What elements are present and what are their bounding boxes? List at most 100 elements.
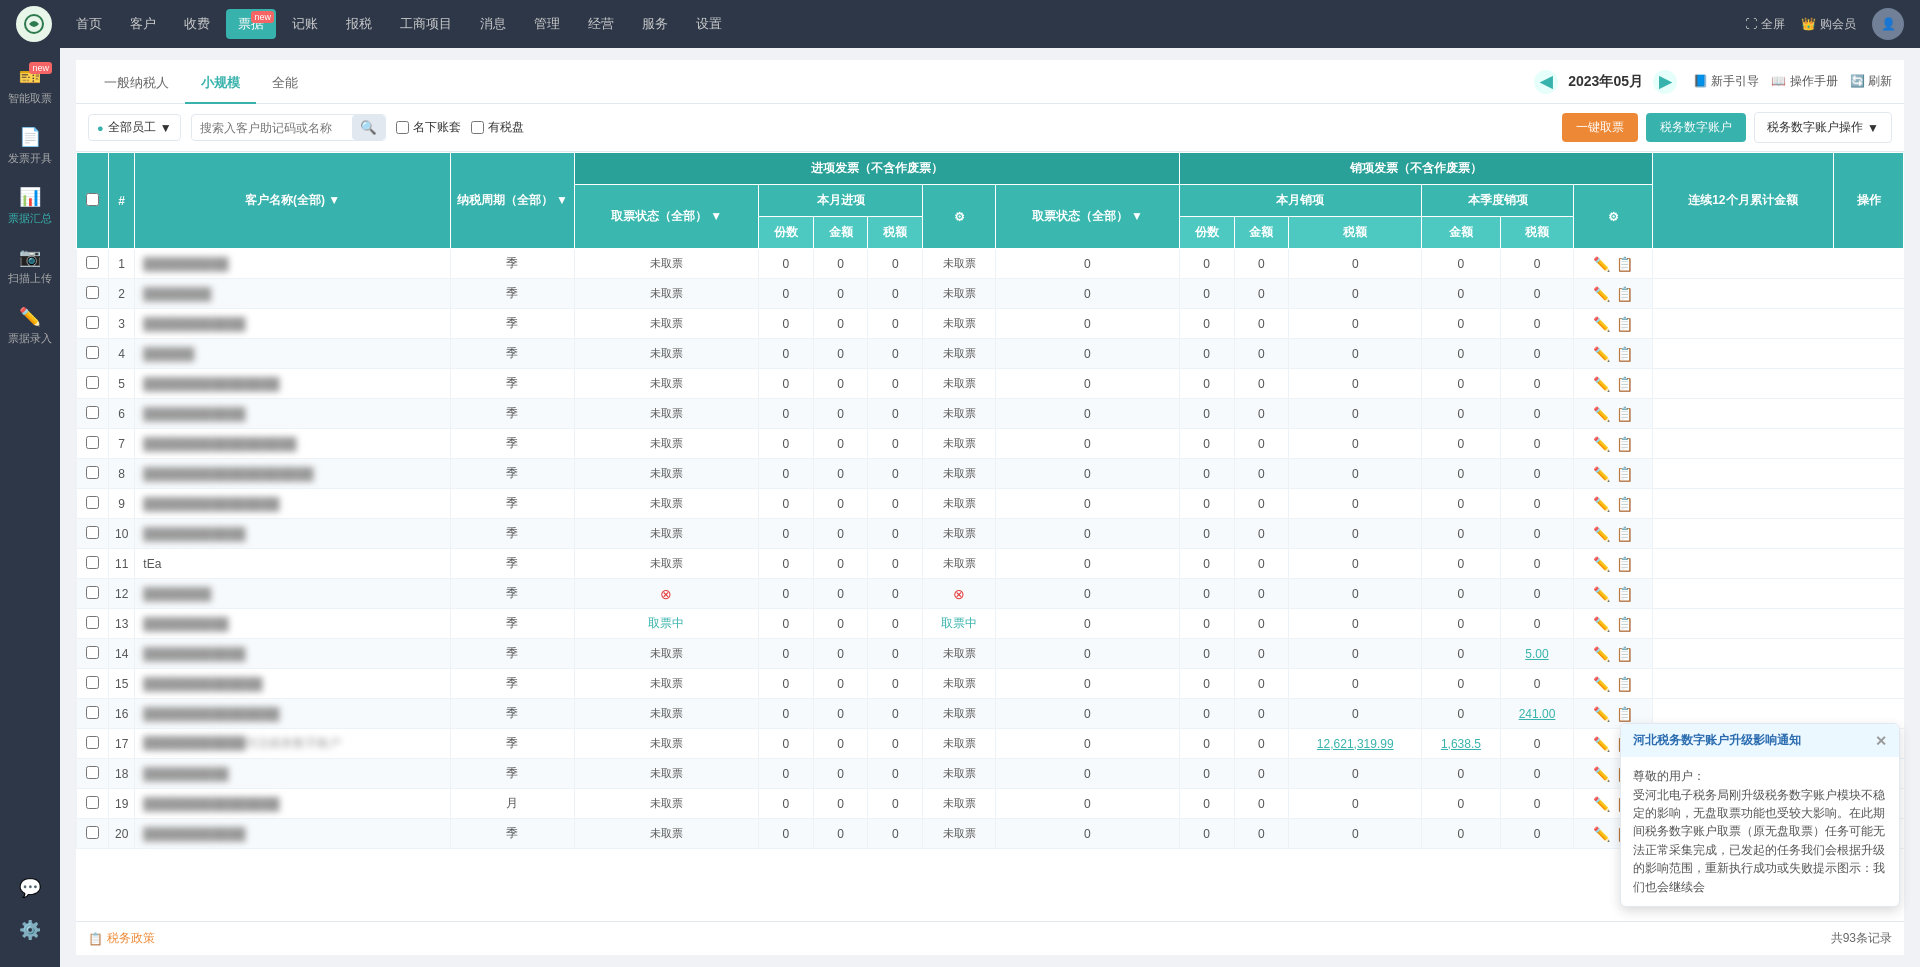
edit-icon[interactable]: ✏️ xyxy=(1593,316,1610,332)
row-checkbox[interactable] xyxy=(86,706,99,719)
notification-close-btn[interactable]: ✕ xyxy=(1875,733,1887,749)
quick-action-刷新[interactable]: 🔄 刷新 xyxy=(1850,73,1892,90)
nav-item-客户[interactable]: 客户 xyxy=(118,9,168,39)
col-out-status[interactable]: 取票状态（全部） ▼ xyxy=(995,185,1179,249)
row-checkbox[interactable] xyxy=(86,466,99,479)
copy-icon[interactable]: 📋 xyxy=(1616,496,1633,512)
edit-icon[interactable]: ✏️ xyxy=(1593,616,1610,632)
row-checkbox[interactable] xyxy=(86,496,99,509)
row-checkbox[interactable] xyxy=(86,676,99,689)
col-in-status[interactable]: 取票状态（全部） ▼ xyxy=(575,185,759,249)
nav-item-消息[interactable]: 消息 xyxy=(468,9,518,39)
nav-item-首页[interactable]: 首页 xyxy=(64,9,114,39)
nav-item-设置[interactable]: 设置 xyxy=(684,9,734,39)
copy-icon[interactable]: 📋 xyxy=(1616,286,1633,302)
sidebar-item-扫描上传[interactable]: 📷扫描上传 xyxy=(0,236,60,296)
copy-icon[interactable]: 📋 xyxy=(1616,616,1633,632)
edit-icon[interactable]: ✏️ xyxy=(1593,496,1610,512)
row-checkbox[interactable] xyxy=(86,646,99,659)
copy-icon[interactable]: 📋 xyxy=(1616,316,1633,332)
sidebar-bottom-item[interactable]: 💬 xyxy=(15,867,45,909)
employee-select[interactable]: ● 全部员工 ▼ xyxy=(88,114,181,141)
copy-icon[interactable]: 📋 xyxy=(1616,466,1633,482)
edit-icon[interactable]: ✏️ xyxy=(1593,436,1610,452)
nav-item-票据[interactable]: 票据new xyxy=(226,9,276,39)
edit-icon[interactable]: ✏️ xyxy=(1593,556,1610,572)
row-checkbox[interactable] xyxy=(86,316,99,329)
row-checkbox[interactable] xyxy=(86,586,99,599)
nav-item-工商项目[interactable]: 工商项目 xyxy=(388,9,464,39)
copy-icon[interactable]: 📋 xyxy=(1616,706,1633,722)
checkbox-tax-disk[interactable]: 有税盘 xyxy=(471,119,524,136)
edit-icon[interactable]: ✏️ xyxy=(1593,256,1610,272)
select-all-checkbox[interactable] xyxy=(86,193,99,206)
tab-全能[interactable]: 全能 xyxy=(256,64,314,104)
quick-action-新手引导[interactable]: 📘 新手引导 xyxy=(1693,73,1759,90)
copy-icon[interactable]: 📋 xyxy=(1616,676,1633,692)
row-checkbox[interactable] xyxy=(86,286,99,299)
copy-icon[interactable]: 📋 xyxy=(1616,256,1633,272)
sidebar-item-发票开具[interactable]: 📄发票开具 xyxy=(0,116,60,176)
edit-icon[interactable]: ✏️ xyxy=(1593,466,1610,482)
sidebar-item-票据录入[interactable]: ✏️票据录入 xyxy=(0,296,60,356)
nav-item-管理[interactable]: 管理 xyxy=(522,9,572,39)
row-checkbox[interactable] xyxy=(86,766,99,779)
search-input[interactable] xyxy=(192,117,352,139)
edit-icon[interactable]: ✏️ xyxy=(1593,586,1610,602)
edit-icon[interactable]: ✏️ xyxy=(1593,796,1610,812)
one-click-fetch-btn[interactable]: 一键取票 xyxy=(1562,113,1638,142)
tax-policy-link[interactable]: 📋 xyxy=(88,932,103,946)
copy-icon[interactable]: 📋 xyxy=(1616,586,1633,602)
row-checkbox[interactable] xyxy=(86,526,99,539)
edit-icon[interactable]: ✏️ xyxy=(1593,376,1610,392)
copy-icon[interactable]: 📋 xyxy=(1616,346,1633,362)
row-checkbox[interactable] xyxy=(86,346,99,359)
prev-month-btn[interactable]: ◀ xyxy=(1534,70,1558,94)
edit-icon[interactable]: ✏️ xyxy=(1593,706,1610,722)
copy-icon[interactable]: 📋 xyxy=(1616,406,1633,422)
sidebar-item-票据汇总[interactable]: 📊票据汇总 xyxy=(0,176,60,236)
tab-一般纳税人[interactable]: 一般纳税人 xyxy=(88,64,185,104)
tax-digital-ops-btn[interactable]: 税务数字账户操作 ▼ xyxy=(1754,112,1892,143)
app-logo[interactable] xyxy=(16,6,52,42)
tab-小规模[interactable]: 小规模 xyxy=(185,64,256,104)
nav-item-经营[interactable]: 经营 xyxy=(576,9,626,39)
next-month-btn[interactable]: ▶ xyxy=(1653,70,1677,94)
row-checkbox[interactable] xyxy=(86,376,99,389)
copy-icon[interactable]: 📋 xyxy=(1616,556,1633,572)
sidebar-bottom-item[interactable]: ⚙️ xyxy=(15,909,45,951)
edit-icon[interactable]: ✏️ xyxy=(1593,766,1610,782)
sidebar-item-智能取票[interactable]: new🎫智能取票 xyxy=(0,56,60,116)
quick-action-操作手册[interactable]: 📖 操作手册 xyxy=(1771,73,1837,90)
search-button[interactable]: 🔍 xyxy=(352,115,385,140)
edit-icon[interactable]: ✏️ xyxy=(1593,526,1610,542)
nav-item-记账[interactable]: 记账 xyxy=(280,9,330,39)
row-checkbox[interactable] xyxy=(86,616,99,629)
edit-icon[interactable]: ✏️ xyxy=(1593,676,1610,692)
nav-item-报税[interactable]: 报税 xyxy=(334,9,384,39)
edit-icon[interactable]: ✏️ xyxy=(1593,346,1610,362)
row-checkbox[interactable] xyxy=(86,556,99,569)
checkbox-sub-account[interactable]: 名下账套 xyxy=(396,119,461,136)
copy-icon[interactable]: 📋 xyxy=(1616,646,1633,662)
fullscreen-btn[interactable]: ⛶ 全屏 xyxy=(1745,16,1785,33)
edit-icon[interactable]: ✏️ xyxy=(1593,646,1610,662)
edit-icon[interactable]: ✏️ xyxy=(1593,736,1610,752)
edit-icon[interactable]: ✏️ xyxy=(1593,286,1610,302)
edit-icon[interactable]: ✏️ xyxy=(1593,826,1610,842)
tax-digital-account-btn[interactable]: 税务数字账户 xyxy=(1646,113,1746,142)
user-avatar[interactable]: 👤 xyxy=(1872,8,1904,40)
copy-icon[interactable]: 📋 xyxy=(1616,436,1633,452)
copy-icon[interactable]: 📋 xyxy=(1616,376,1633,392)
membership-btn[interactable]: 👑 购会员 xyxy=(1801,16,1856,33)
nav-item-服务[interactable]: 服务 xyxy=(630,9,680,39)
row-checkbox[interactable] xyxy=(86,436,99,449)
row-checkbox[interactable] xyxy=(86,826,99,839)
edit-icon[interactable]: ✏️ xyxy=(1593,406,1610,422)
row-checkbox[interactable] xyxy=(86,796,99,809)
row-checkbox[interactable] xyxy=(86,736,99,749)
copy-icon[interactable]: 📋 xyxy=(1616,526,1633,542)
nav-item-收费[interactable]: 收费 xyxy=(172,9,222,39)
row-checkbox[interactable] xyxy=(86,256,99,269)
tax-policy-label[interactable]: 税务政策 xyxy=(107,930,155,947)
